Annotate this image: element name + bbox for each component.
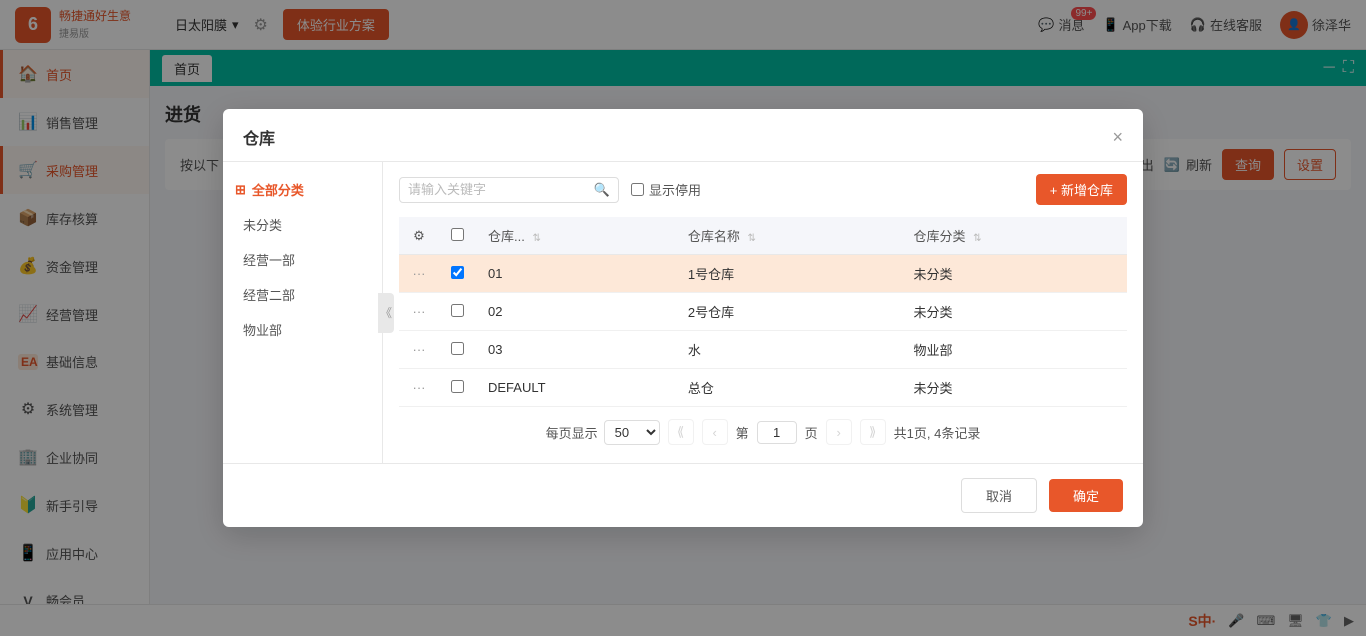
row-2-cb[interactable] xyxy=(439,293,476,331)
sort-icon-name: ⇅ xyxy=(748,233,756,244)
table-row[interactable]: ··· 01 1号仓库 未分类 xyxy=(399,255,1127,293)
modal-sidebar-item-dept2[interactable]: 经营二部 xyxy=(223,277,382,312)
modal-title: 仓库 xyxy=(243,125,275,149)
row-1-dots[interactable]: ··· xyxy=(399,255,439,293)
modal-close-button[interactable]: × xyxy=(1112,128,1123,146)
select-all-checkbox[interactable] xyxy=(451,228,464,241)
page-input[interactable] xyxy=(757,421,797,444)
modal-overlay: 仓库 × ⊞ 全部分类 未分类 经营一部 经营二部 xyxy=(0,0,1366,636)
table-row[interactable]: ··· DEFAULT 总仓 未分类 xyxy=(399,369,1127,407)
sort-icon-code: ⇅ xyxy=(532,233,540,244)
total-info: 共1页, 4条记录 xyxy=(894,423,981,442)
page-label: 第 xyxy=(736,423,749,442)
warehouse-modal: 仓库 × ⊞ 全部分类 未分类 经营一部 经营二部 xyxy=(223,109,1143,527)
row-4-name: 总仓 xyxy=(676,369,902,407)
confirm-button[interactable]: 确定 xyxy=(1049,479,1123,512)
table-head: ⚙ 仓库... ⇅ 仓库名称 ⇅ xyxy=(399,217,1127,255)
table-row[interactable]: ··· 03 水 物业部 xyxy=(399,331,1127,369)
search-box: 🔍 xyxy=(399,177,619,203)
collapse-button[interactable]: 《 xyxy=(378,293,394,333)
th-warehouse-category[interactable]: 仓库分类 ⇅ xyxy=(901,217,1127,255)
row-2-code: 02 xyxy=(476,293,676,331)
first-page-button[interactable]: ⟪ xyxy=(668,419,694,445)
row-1-cb[interactable] xyxy=(439,255,476,293)
modal-sidebar-item-property[interactable]: 物业部 xyxy=(223,312,382,347)
add-warehouse-button[interactable]: + 新增仓库 xyxy=(1036,174,1127,205)
row-3-name: 水 xyxy=(676,331,902,369)
modal-sidebar-all-label: 全部分类 xyxy=(252,180,304,199)
next-page-button[interactable]: › xyxy=(826,419,852,445)
prev-page-button[interactable]: ‹ xyxy=(702,419,728,445)
row-1-code: 01 xyxy=(476,255,676,293)
sort-icon-category: ⇅ xyxy=(973,233,981,244)
show-disabled-checkbox[interactable] xyxy=(631,183,644,196)
row-3-dots[interactable]: ··· xyxy=(399,331,439,369)
modal-sidebar-item-dept1[interactable]: 经营一部 xyxy=(223,242,382,277)
modal-header: 仓库 × xyxy=(223,109,1143,162)
modal-sidebar-label-0: 未分类 xyxy=(243,218,282,233)
collapse-icon: 《 xyxy=(380,304,392,321)
pagination: 每页显示 50 10 20 100 ⟪ ‹ 第 页 › ⟫ xyxy=(399,407,1127,451)
modal-sidebar-label-3: 物业部 xyxy=(243,323,282,338)
row-1-name: 1号仓库 xyxy=(676,255,902,293)
warehouse-table: ⚙ 仓库... ⇅ 仓库名称 ⇅ xyxy=(399,217,1127,407)
row-4-code: DEFAULT xyxy=(476,369,676,407)
table-body: ··· 01 1号仓库 未分类 ··· 02 2号仓库 xyxy=(399,255,1127,407)
grid-icon: ⊞ xyxy=(235,182,246,198)
row-3-category: 物业部 xyxy=(901,331,1127,369)
show-disabled-label[interactable]: 显示停用 xyxy=(631,180,701,199)
modal-sidebar: ⊞ 全部分类 未分类 经营一部 经营二部 物业部 《 xyxy=(223,162,383,463)
cancel-button[interactable]: 取消 xyxy=(961,478,1037,513)
row-4-cb[interactable] xyxy=(439,369,476,407)
modal-sidebar-label-2: 经营二部 xyxy=(243,288,295,303)
table-header-row: ⚙ 仓库... ⇅ 仓库名称 ⇅ xyxy=(399,217,1127,255)
row-1-category: 未分类 xyxy=(901,255,1127,293)
row-2-name: 2号仓库 xyxy=(676,293,902,331)
last-page-button[interactable]: ⟫ xyxy=(860,419,886,445)
row-4-dots[interactable]: ··· xyxy=(399,369,439,407)
show-disabled-text: 显示停用 xyxy=(649,180,701,199)
table-row[interactable]: ··· 02 2号仓库 未分类 xyxy=(399,293,1127,331)
modal-sidebar-label-1: 经营一部 xyxy=(243,253,295,268)
modal-sidebar-all[interactable]: ⊞ 全部分类 xyxy=(223,172,382,207)
modal-body: ⊞ 全部分类 未分类 经营一部 经营二部 物业部 《 xyxy=(223,162,1143,463)
modal-footer: 取消 确定 xyxy=(223,463,1143,527)
modal-sidebar-item-uncategorized[interactable]: 未分类 xyxy=(223,207,382,242)
page-size-select[interactable]: 50 10 20 100 xyxy=(604,420,660,445)
th-warehouse-name[interactable]: 仓库名称 ⇅ xyxy=(676,217,902,255)
table: ⚙ 仓库... ⇅ 仓库名称 ⇅ xyxy=(399,217,1127,407)
row-2-dots[interactable]: ··· xyxy=(399,293,439,331)
row-3-code: 03 xyxy=(476,331,676,369)
th-warehouse-code[interactable]: 仓库... ⇅ xyxy=(476,217,676,255)
row-3-cb[interactable] xyxy=(439,331,476,369)
row-4-category: 未分类 xyxy=(901,369,1127,407)
per-page-label: 每页显示 xyxy=(546,423,598,442)
th-checkbox[interactable] xyxy=(439,217,476,255)
page-unit: 页 xyxy=(805,423,818,442)
row-2-category: 未分类 xyxy=(901,293,1127,331)
modal-main: 🔍 显示停用 + 新增仓库 ⚙ xyxy=(383,162,1143,463)
search-icon[interactable]: 🔍 xyxy=(594,182,610,198)
page-size-wrap: 每页显示 50 10 20 100 xyxy=(546,420,660,445)
th-gear[interactable]: ⚙ xyxy=(399,217,439,255)
modal-toolbar: 🔍 显示停用 + 新增仓库 xyxy=(399,174,1127,205)
search-input[interactable] xyxy=(408,182,588,197)
